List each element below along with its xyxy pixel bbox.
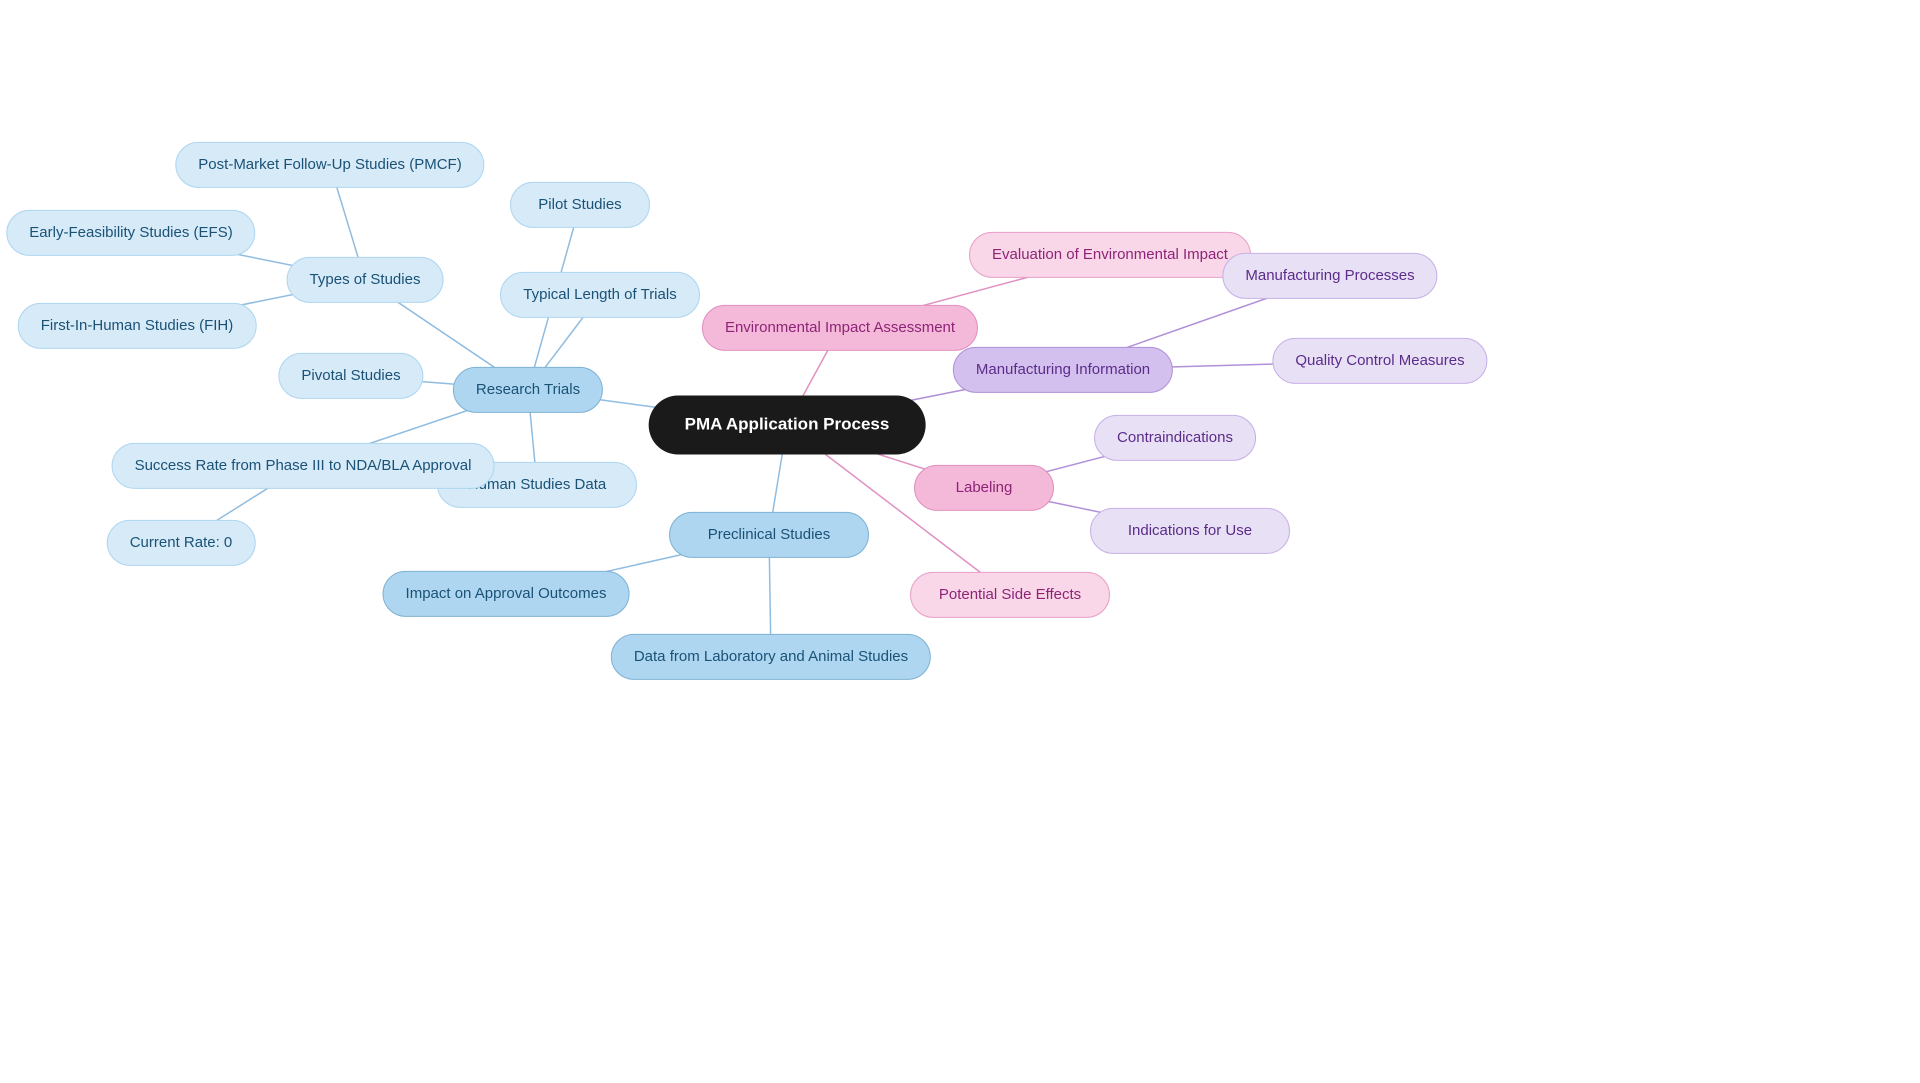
node-contraindications[interactable]: Contraindications xyxy=(1094,415,1256,461)
node-mfg_info[interactable]: Manufacturing Information xyxy=(953,347,1173,393)
node-types_of_studies[interactable]: Types of Studies xyxy=(287,257,444,303)
node-data_lab[interactable]: Data from Laboratory and Animal Studies xyxy=(611,634,931,680)
center-node[interactable]: PMA Application Process xyxy=(649,396,926,455)
node-quality_control[interactable]: Quality Control Measures xyxy=(1272,338,1487,384)
node-early_feasibility[interactable]: Early-Feasibility Studies (EFS) xyxy=(6,210,255,256)
node-mfg_processes[interactable]: Manufacturing Processes xyxy=(1222,253,1437,299)
mind-map-canvas: PMA Application Process Research Trials Ty… xyxy=(0,0,1920,1083)
node-env_impact_assess[interactable]: Environmental Impact Assessment xyxy=(702,305,978,351)
node-post_market[interactable]: Post-Market Follow-Up Studies (PMCF) xyxy=(175,142,484,188)
node-success_rate[interactable]: Success Rate from Phase III to NDA/BLA A… xyxy=(112,443,495,489)
node-first_in_human[interactable]: First-In-Human Studies (FIH) xyxy=(18,303,257,349)
node-potential_side[interactable]: Potential Side Effects xyxy=(910,572,1110,618)
node-pilot_studies[interactable]: Pilot Studies xyxy=(510,182,650,228)
node-indications_use[interactable]: Indications for Use xyxy=(1090,508,1290,554)
node-preclinical[interactable]: Preclinical Studies xyxy=(669,512,869,558)
node-eval_env_impact[interactable]: Evaluation of Environmental Impact xyxy=(969,232,1251,278)
node-research_trials[interactable]: Research Trials xyxy=(453,367,603,413)
node-impact_approval[interactable]: Impact on Approval Outcomes xyxy=(383,571,630,617)
node-typical_length[interactable]: Typical Length of Trials xyxy=(500,272,700,318)
node-current_rate[interactable]: Current Rate: 0 xyxy=(107,520,256,566)
node-pivotal_studies[interactable]: Pivotal Studies xyxy=(278,353,423,399)
node-labeling[interactable]: Labeling xyxy=(914,465,1054,511)
